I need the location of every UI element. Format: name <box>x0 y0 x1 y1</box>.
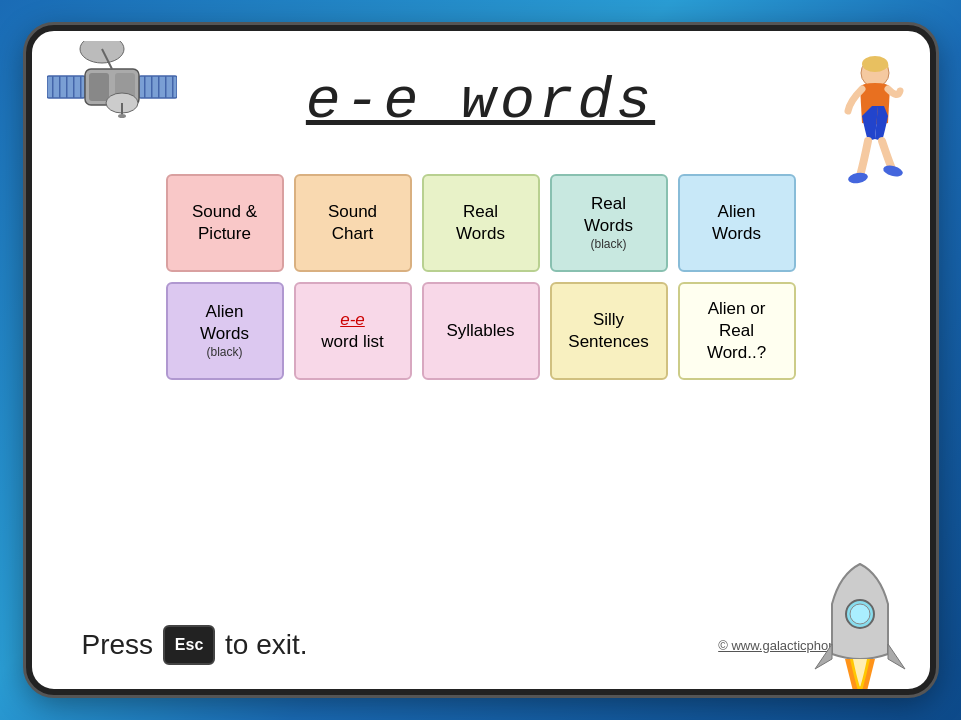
activity-buttons-grid: Sound &Picture SoundChart RealWords Real… <box>166 174 796 380</box>
esc-key[interactable]: Esc <box>163 625 215 665</box>
svg-point-18 <box>80 41 124 63</box>
svg-rect-1 <box>52 76 54 98</box>
svg-rect-13 <box>89 73 109 101</box>
svg-rect-4 <box>73 76 75 98</box>
exit-instruction: Press Esc to exit. <box>82 625 308 665</box>
silly-sentences-button[interactable]: SillySentences <box>550 282 668 380</box>
ene-word-list-button[interactable]: e-e word list <box>294 282 412 380</box>
svg-rect-10 <box>165 76 167 98</box>
press-label: Press <box>82 629 154 661</box>
bottom-bar: Press Esc to exit. © www.galacticphonics… <box>82 625 880 665</box>
svg-rect-11 <box>172 76 174 98</box>
sound-chart-button[interactable]: SoundChart <box>294 174 412 272</box>
svg-point-17 <box>118 114 126 118</box>
svg-rect-2 <box>59 76 61 98</box>
real-words-button[interactable]: RealWords <box>422 174 540 272</box>
svg-point-25 <box>850 604 870 624</box>
sound-picture-button[interactable]: Sound &Picture <box>166 174 284 272</box>
svg-rect-9 <box>158 76 160 98</box>
satellite-decoration <box>47 41 177 151</box>
svg-point-22 <box>847 171 868 184</box>
rocket-decoration <box>800 559 920 695</box>
exit-label: to exit. <box>225 629 307 661</box>
real-words-black-button[interactable]: RealWords (black) <box>550 174 668 272</box>
alien-words-black-button[interactable]: AlienWords (black) <box>166 282 284 380</box>
svg-rect-7 <box>144 76 146 98</box>
runner-decoration <box>820 51 910 201</box>
alien-words-button[interactable]: AlienWords <box>678 174 796 272</box>
svg-rect-3 <box>66 76 68 98</box>
alien-or-real-button[interactable]: Alien orRealWord..? <box>678 282 796 380</box>
page-title: e-e words <box>306 69 655 134</box>
svg-rect-8 <box>151 76 153 98</box>
syllables-button[interactable]: Syllables <box>422 282 540 380</box>
whiteboard: e-e words Sound &Picture SoundChart Real… <box>26 25 936 695</box>
svg-rect-5 <box>80 76 82 98</box>
